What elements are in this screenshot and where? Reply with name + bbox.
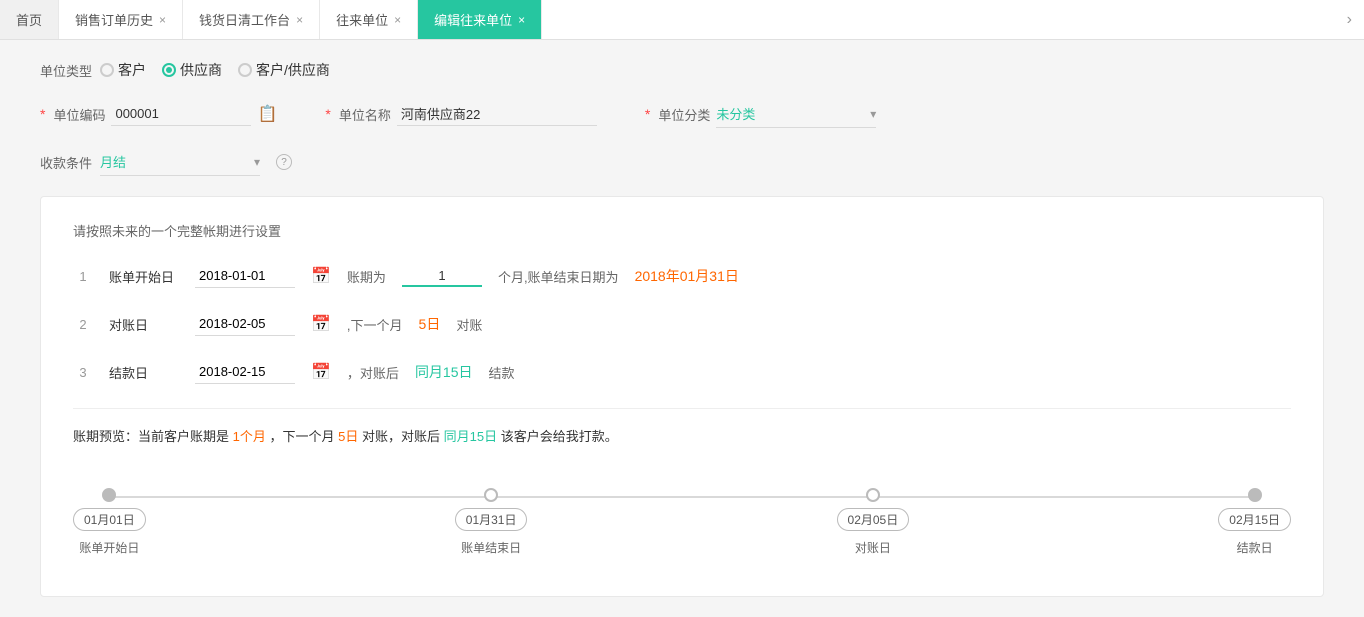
tab-contacts[interactable]: 往来单位 × (320, 0, 418, 39)
unit-category-arrow-icon: ▾ (870, 107, 876, 121)
card-instruction: 请按照未来的一个完整帐期进行设置 (73, 221, 1291, 240)
preview-middle2: 对账，对账后 (362, 429, 440, 444)
payment-terms-label: 收款条件 (40, 153, 92, 172)
reconcile-date-calendar-icon[interactable]: 📅 (311, 314, 331, 334)
tab-home[interactable]: 首页 (0, 0, 59, 39)
unit-name-label: 单位名称 (339, 105, 391, 124)
timeline-dot-1 (484, 488, 498, 502)
period-input[interactable] (402, 266, 482, 287)
start-date-input[interactable] (195, 264, 295, 288)
timeline-badge-1: 01月31日 (455, 508, 528, 531)
payment-terms-arrow-icon: ▾ (254, 155, 260, 169)
payment-terms-value: 月结 (100, 152, 254, 171)
unit-category-dropdown[interactable]: 未分类 ▾ (716, 100, 876, 128)
timeline-dot-0 (102, 488, 116, 502)
settlement-date-input[interactable] (195, 360, 295, 384)
unit-code-icon[interactable]: 📋 (257, 104, 277, 124)
timeline-items: 01月01日 账单开始日 01月31日 账单结束日 02月05日 对账日 02月… (73, 488, 1291, 556)
row-1-desc-suffix: 个月,账单结束日期为 (498, 267, 619, 286)
timeline-node-2: 02月05日 对账日 (837, 488, 910, 556)
setting-row-2: 2 对账日 📅 ,下一个月 5日 对账 (73, 312, 1291, 336)
row-num-3: 3 (73, 365, 93, 380)
timeline-node-1: 01月31日 账单结束日 (455, 488, 528, 556)
row-1-desc-prefix: 账期为 (347, 267, 386, 286)
preview-part3: 同月15日 (444, 429, 497, 444)
unit-type-radio-group: 客户 供应商 客户/供应商 (100, 60, 330, 80)
row-label-1: 账单开始日 (109, 267, 179, 286)
preview-middle1: ，下一个月 (270, 429, 335, 444)
preview-part1: 1个月 (233, 429, 266, 444)
setting-row-3: 3 结款日 📅 ，对账后 同月15日 结款 (73, 360, 1291, 384)
timeline-dot-2 (866, 488, 880, 502)
close-tab-edit-contact[interactable]: × (518, 13, 525, 27)
timeline-node-3: 02月15日 结款日 (1218, 488, 1291, 556)
unit-code-group: * 单位编码 📋 (40, 102, 277, 126)
unit-details-row: * 单位编码 📋 * 单位名称 * 单位分类 未分类 ▾ (40, 100, 1324, 128)
unit-name-input[interactable] (397, 102, 597, 126)
timeline-sublabel-1: 账单结束日 (461, 539, 521, 556)
required-star-category: * (645, 106, 650, 122)
timeline-sublabel-3: 结款日 (1237, 539, 1273, 556)
preview-prefix: 账期预览：当前客户账期是 (73, 429, 229, 444)
close-tab-sales-history[interactable]: × (159, 13, 166, 27)
preview-part2: 5日 (338, 429, 358, 444)
timeline: 01月01日 账单开始日 01月31日 账单结束日 02月05日 对账日 02月… (73, 472, 1291, 564)
payment-terms-help-icon[interactable]: ? (276, 154, 292, 170)
radio-circle-customer (100, 63, 114, 77)
tab-cash-work[interactable]: 钱货日清工作台 × (183, 0, 320, 39)
row-num-2: 2 (73, 317, 93, 332)
row-label-2: 对账日 (109, 315, 179, 334)
timeline-badge-2: 02月05日 (837, 508, 910, 531)
close-tab-contacts[interactable]: × (394, 13, 401, 27)
timeline-node-0: 01月01日 账单开始日 (73, 488, 146, 556)
unit-code-label: 单位编码 (53, 105, 105, 124)
payment-terms-dropdown[interactable]: 月结 ▾ (100, 148, 260, 176)
row-2-desc-prefix: ,下一个月 (347, 315, 403, 334)
radio-supplier[interactable]: 供应商 (162, 60, 222, 80)
unit-type-label: 单位类型 (40, 61, 92, 80)
unit-category-label: 单位分类 (658, 105, 710, 124)
payment-terms-row: 收款条件 月结 ▾ ? (40, 148, 1324, 176)
timeline-badge-3: 02月15日 (1218, 508, 1291, 531)
timeline-sublabel-2: 对账日 (855, 539, 891, 556)
radio-customer[interactable]: 客户 (100, 60, 146, 80)
radio-customer-supplier[interactable]: 客户/供应商 (238, 60, 330, 80)
row-num-1: 1 (73, 269, 93, 284)
row-3-desc-suffix: 结款 (489, 363, 515, 382)
row-1-highlight: 2018年01月31日 (635, 266, 739, 286)
close-tab-cash-work[interactable]: × (296, 13, 303, 27)
unit-category-group: * 单位分类 未分类 ▾ (645, 100, 876, 128)
radio-circle-customer-supplier (238, 63, 252, 77)
row-label-3: 结款日 (109, 363, 179, 382)
timeline-dot-3 (1248, 488, 1262, 502)
timeline-sublabel-0: 账单开始日 (79, 539, 139, 556)
unit-code-input[interactable] (111, 102, 251, 126)
unit-category-value: 未分类 (716, 104, 870, 123)
settings-card: 请按照未来的一个完整帐期进行设置 1 账单开始日 📅 账期为 个月,账单结束日期… (40, 196, 1324, 597)
tab-edit-contact[interactable]: 编辑往来单位 × (418, 0, 542, 39)
radio-circle-supplier (162, 63, 176, 77)
row-2-desc-suffix: 对账 (456, 315, 482, 334)
required-star-code: * (40, 106, 45, 122)
row-3-desc-prefix: ，对账后 (347, 363, 399, 382)
setting-row-1: 1 账单开始日 📅 账期为 个月,账单结束日期为 2018年01月31日 (73, 264, 1291, 288)
preview-suffix: 该客户会给我打款。 (501, 429, 618, 444)
row-2-highlight: 5日 (419, 314, 441, 334)
settlement-date-calendar-icon[interactable]: 📅 (311, 362, 331, 382)
row-3-highlight: 同月15日 (415, 362, 473, 382)
timeline-badge-0: 01月01日 (73, 508, 146, 531)
page-content: 单位类型 客户 供应商 客户/供应商 * 单位编码 📋 * 单位名称 (0, 40, 1364, 617)
reconcile-date-input[interactable] (195, 312, 295, 336)
tab-bar: 首页 销售订单历史 × 钱货日清工作台 × 往来单位 × 编辑往来单位 × › (0, 0, 1364, 40)
required-star-name: * (325, 106, 330, 122)
start-date-calendar-icon[interactable]: 📅 (311, 266, 331, 286)
tab-more-button[interactable]: › (1335, 11, 1364, 29)
unit-type-row: 单位类型 客户 供应商 客户/供应商 (40, 60, 1324, 80)
unit-name-group: * 单位名称 (325, 102, 596, 126)
preview-text: 账期预览：当前客户账期是 1个月 ，下一个月 5日 对账，对账后 同月15日 该… (73, 425, 1291, 448)
tab-sales-history[interactable]: 销售订单历史 × (59, 0, 183, 39)
separator (73, 408, 1291, 409)
